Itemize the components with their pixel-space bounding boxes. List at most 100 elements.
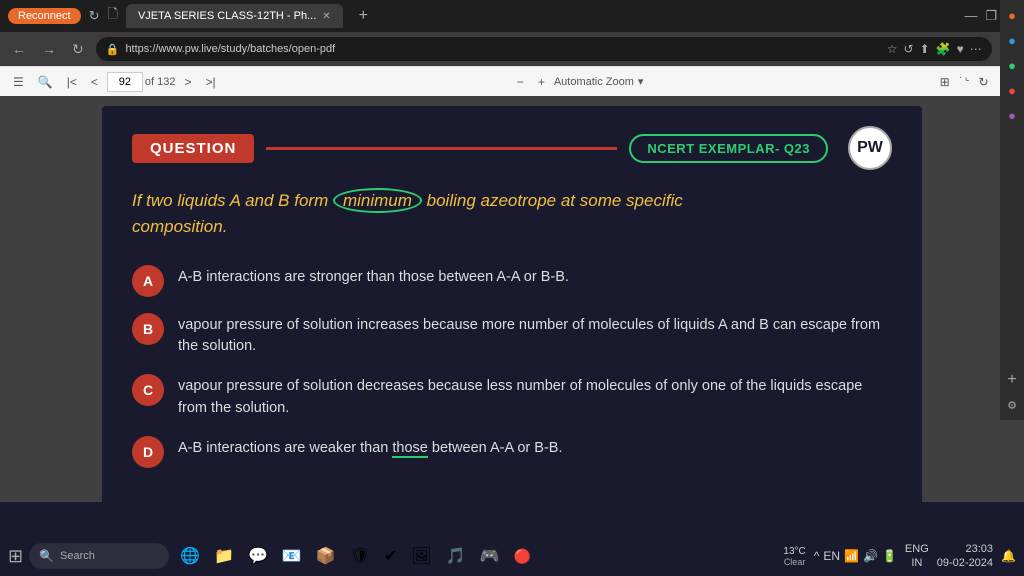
option-a: A A-B interactions are stronger than tho… bbox=[132, 263, 892, 297]
pdf-toolbar: ☰ 🔍 |< < of 132 > >| − + Automatic Zoom … bbox=[0, 66, 1024, 96]
option-a-circle: A bbox=[132, 265, 164, 297]
ncert-badge: NCERT EXEMPLAR- Q23 bbox=[629, 134, 828, 163]
question-header: QUESTION NCERT EXEMPLAR- Q23 PW bbox=[132, 126, 892, 170]
extensions-icon[interactable]: 🧩 bbox=[936, 42, 951, 56]
sidebar-add-icon[interactable]: + bbox=[1007, 371, 1016, 389]
first-page-button[interactable]: |< bbox=[62, 73, 82, 91]
tab-icon: 🗋 bbox=[108, 5, 118, 27]
tab-close-icon[interactable]: ✕ bbox=[322, 11, 330, 22]
pdf-menu-button[interactable]: ☰ bbox=[8, 73, 29, 91]
zoom-label[interactable]: Automatic Zoom bbox=[554, 76, 634, 88]
reconnect-button[interactable]: Reconnect bbox=[8, 8, 81, 24]
notification-button[interactable]: 🔔 bbox=[1001, 549, 1016, 563]
taskbar-search-icon: 🔍 bbox=[39, 549, 54, 563]
lang-code: ENG bbox=[905, 542, 929, 556]
date-display: 09-02-2024 bbox=[937, 556, 993, 570]
taskbar: ⊞ 🔍 Search 🌐 📁 💬 📧 📦 🛡 ✔ 🖼 🎵 🎮 🔴 13°C Cl… bbox=[0, 536, 1024, 576]
minimum-word: minimum bbox=[333, 188, 422, 213]
badge-line bbox=[266, 147, 617, 150]
last-page-button[interactable]: >| bbox=[200, 73, 220, 91]
language-indicator: ENG IN bbox=[905, 542, 929, 571]
fit-options: · ⌞ bbox=[959, 72, 970, 91]
back-button[interactable]: ← bbox=[8, 39, 30, 59]
time-display: 23:03 bbox=[937, 542, 993, 556]
weather-condition: Clear bbox=[784, 557, 806, 567]
sidebar-icon-5[interactable]: ● bbox=[1008, 108, 1016, 123]
lock-icon: 🔒 bbox=[106, 43, 120, 56]
refresh-button[interactable]: ↻ bbox=[68, 39, 88, 60]
sidebar-settings-icon[interactable]: ⚙ bbox=[1007, 399, 1017, 412]
new-tab-button[interactable]: + bbox=[351, 3, 376, 29]
taskbar-music-icon[interactable]: 🎵 bbox=[441, 543, 471, 569]
clock-area[interactable]: 23:03 09-02-2024 bbox=[937, 542, 993, 571]
taskbar-store-icon[interactable]: 📦 bbox=[311, 543, 341, 569]
right-sidebar: ● ● ● ● ● + ⚙ bbox=[1000, 96, 1024, 420]
start-button[interactable]: ⊞ bbox=[8, 546, 23, 567]
taskbar-right: 13°C Clear ^ EN 📶 🔊 🔋 ENG IN 23:03 09-02… bbox=[783, 542, 1016, 571]
rotate-button[interactable]: ↻ bbox=[974, 72, 994, 91]
question-badge: QUESTION bbox=[132, 134, 254, 163]
url-bar[interactable]: 🔒 https://www.pw.live/study/batches/open… bbox=[96, 37, 992, 61]
taskbar-shield-icon[interactable]: 🛡 bbox=[345, 543, 375, 569]
page-number-input[interactable] bbox=[107, 72, 143, 92]
option-c-circle: C bbox=[132, 374, 164, 406]
tray-lang-icon[interactable]: EN bbox=[823, 549, 840, 563]
history-icon[interactable]: ↺ bbox=[904, 42, 914, 56]
option-b-text: vapour pressure of solution increases be… bbox=[178, 311, 892, 359]
tray-chevron[interactable]: ^ bbox=[814, 549, 820, 563]
maximize-button[interactable]: ❐ bbox=[985, 8, 997, 24]
taskbar-mail-icon[interactable]: 📧 bbox=[277, 543, 307, 569]
url-text: https://www.pw.live/study/batches/open-p… bbox=[125, 43, 335, 55]
zoom-out-button[interactable]: − bbox=[512, 73, 529, 91]
options-list: A A-B interactions are stronger than tho… bbox=[132, 263, 892, 468]
zoom-dropdown-icon[interactable]: ▾ bbox=[638, 75, 644, 88]
taskbar-chat-icon[interactable]: 💬 bbox=[243, 543, 273, 569]
option-d-circle: D bbox=[132, 436, 164, 468]
more-icon[interactable]: ⋯ bbox=[970, 42, 982, 56]
next-page-button[interactable]: > bbox=[179, 73, 196, 91]
zoom-control: − + Automatic Zoom ▾ bbox=[512, 73, 644, 91]
taskbar-edge-icon[interactable]: 🌐 bbox=[175, 543, 205, 569]
tray-volume-icon[interactable]: 🔊 bbox=[863, 549, 878, 563]
option-b-circle: B bbox=[132, 313, 164, 345]
option-d: D A-B interactions are weaker than those… bbox=[132, 434, 892, 468]
title-bar: Reconnect ↻ 🗋 VJETA SERIES CLASS-12TH - … bbox=[0, 0, 1024, 32]
system-tray: ^ EN 📶 🔊 🔋 bbox=[814, 549, 897, 563]
tab-reload-icon[interactable]: ↻ bbox=[89, 8, 100, 24]
pw-logo: PW bbox=[848, 126, 892, 170]
those-word: those bbox=[392, 440, 427, 458]
taskbar-game-icon[interactable]: 🎮 bbox=[475, 543, 505, 569]
tray-battery-icon[interactable]: 🔋 bbox=[882, 549, 897, 563]
page-number-area: of 132 bbox=[107, 72, 176, 92]
star-icon[interactable]: ☆ bbox=[887, 42, 898, 56]
forward-button[interactable]: → bbox=[38, 39, 60, 59]
lang-region: IN bbox=[905, 556, 929, 570]
tab-label: VJETA SERIES CLASS-12TH - Ph... bbox=[138, 10, 316, 22]
prev-page-button[interactable]: < bbox=[86, 73, 103, 91]
and-word: and bbox=[245, 191, 273, 210]
fit-page-button[interactable]: ⊞ bbox=[935, 72, 955, 91]
active-tab[interactable]: VJETA SERIES CLASS-12TH - Ph... ✕ bbox=[126, 4, 343, 28]
taskbar-apps: 🌐 📁 💬 📧 📦 🛡 ✔ 🖼 🎵 🎮 🔴 bbox=[175, 543, 536, 569]
address-bar: ← → ↻ 🔒 https://www.pw.live/study/batche… bbox=[0, 32, 1024, 66]
option-a-text: A-B interactions are stronger than those… bbox=[178, 263, 569, 289]
pdf-page: QUESTION NCERT EXEMPLAR- Q23 PW If two l… bbox=[102, 106, 922, 502]
pdf-content-area: QUESTION NCERT EXEMPLAR- Q23 PW If two l… bbox=[0, 96, 1024, 502]
minimize-button[interactable]: — bbox=[964, 8, 977, 24]
sidebar-icon-4[interactable]: ● bbox=[1008, 96, 1016, 98]
taskbar-red-icon[interactable]: 🔴 bbox=[509, 545, 536, 568]
heart-icon[interactable]: ♥ bbox=[957, 42, 964, 56]
browser-window: Reconnect ↻ 🗋 VJETA SERIES CLASS-12TH - … bbox=[0, 0, 1024, 576]
taskbar-gallery-icon[interactable]: 🖼 bbox=[406, 543, 436, 569]
zoom-in-button[interactable]: + bbox=[533, 73, 550, 91]
taskbar-files-icon[interactable]: 📁 bbox=[209, 543, 239, 569]
taskbar-search-bar[interactable]: 🔍 Search bbox=[29, 543, 169, 569]
share-icon[interactable]: ⬆ bbox=[920, 42, 930, 56]
tray-wifi-icon[interactable]: 📶 bbox=[844, 549, 859, 563]
pdf-search-button[interactable]: 🔍 bbox=[33, 73, 58, 91]
option-c: C vapour pressure of solution decreases … bbox=[132, 372, 892, 420]
temperature-label: 13°C bbox=[783, 546, 805, 557]
option-d-text: A-B interactions are weaker than those b… bbox=[178, 434, 562, 460]
taskbar-check-icon[interactable]: ✔ bbox=[379, 543, 402, 569]
weather-widget: 13°C Clear bbox=[783, 546, 805, 567]
